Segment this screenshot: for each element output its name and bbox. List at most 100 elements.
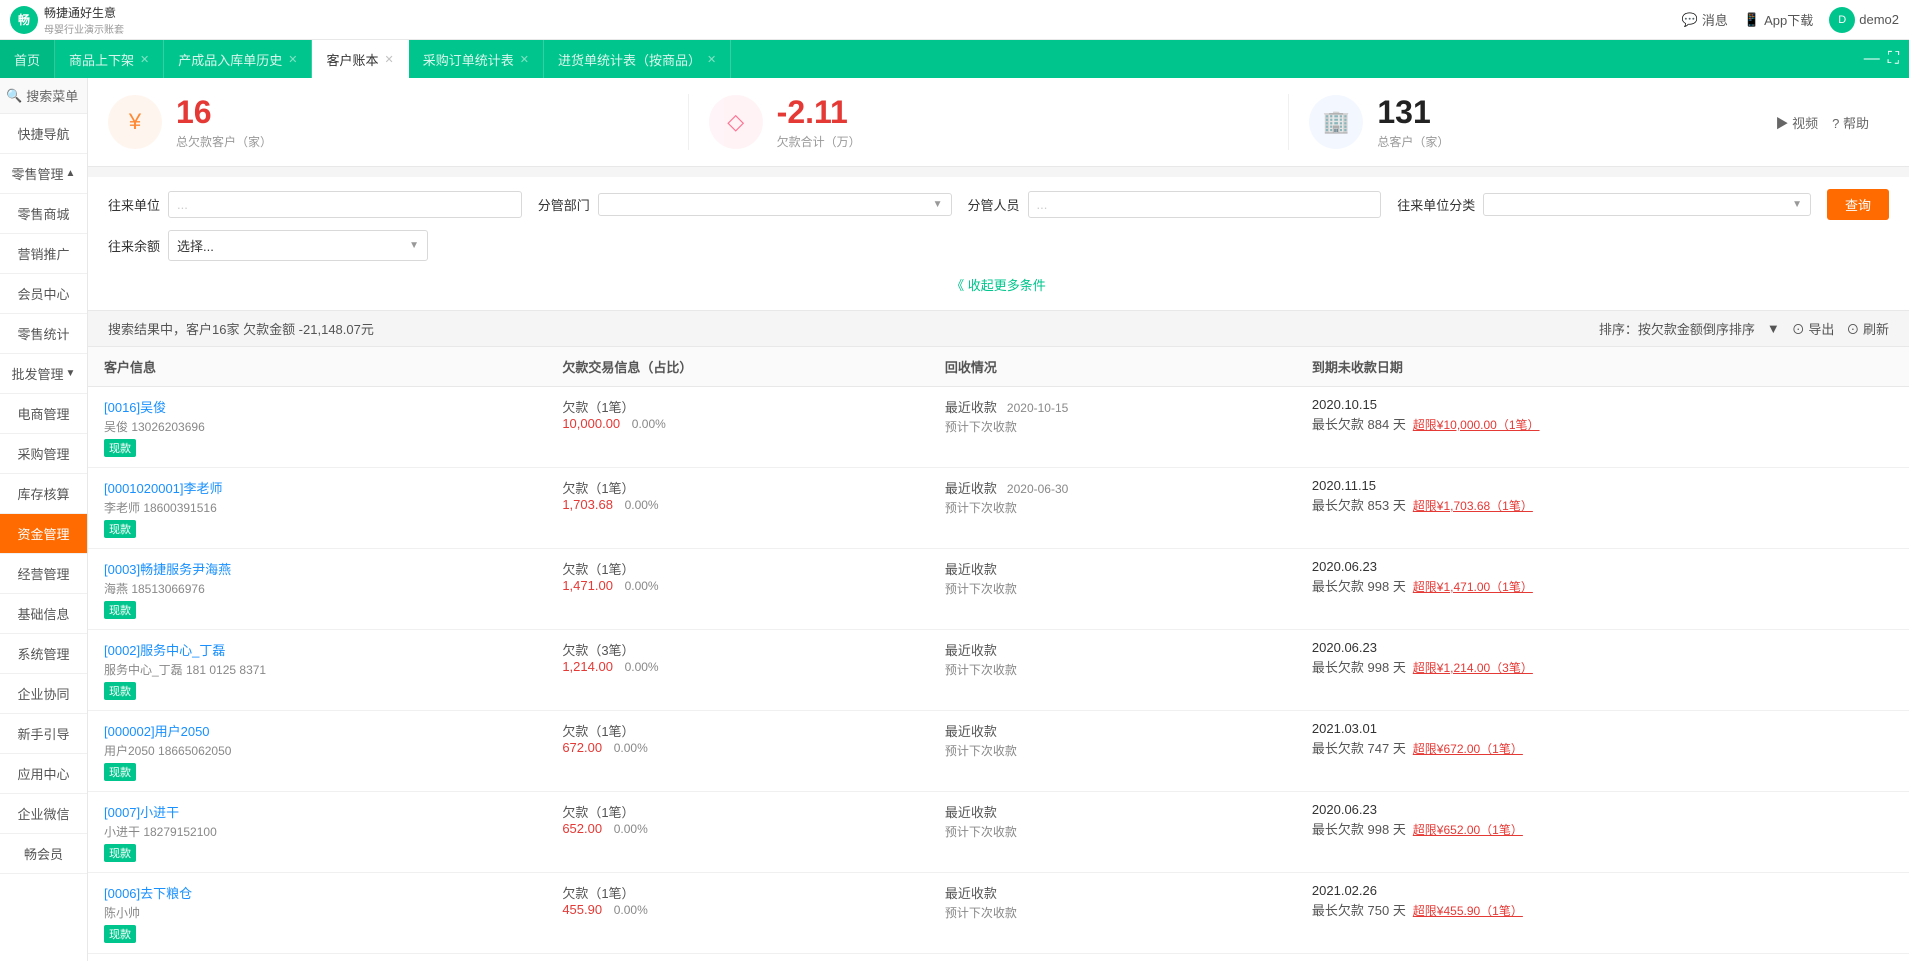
sidebar-item-member-center[interactable]: 会员中心 [0, 274, 87, 314]
tab-goods-listing[interactable]: 商品上下架 ✕ [55, 40, 164, 78]
filter-input-person[interactable]: ... [1028, 191, 1382, 218]
sidebar-item-finance[interactable]: 资金管理 [0, 514, 87, 554]
customer-info-cell: [0002]服务中心_丁磊 服务中心_丁磊 181 0125 8371 现款 [88, 630, 546, 711]
user-profile[interactable]: D demo2 [1829, 7, 1899, 33]
due-date: 2021.03.01 [1312, 721, 1893, 736]
tab-inbound-stats[interactable]: 进货单统计表（按商品） ✕ [544, 40, 731, 78]
filter-label-dept: 分管部门 [538, 195, 590, 214]
overdue-amount-link[interactable]: 超限¥652.00（1笔） [1413, 823, 1523, 837]
tab-home[interactable]: 首页 [0, 40, 55, 78]
logo-area: 畅 畅捷通好生意 母婴行业演示账套 [10, 4, 124, 36]
collect-status-cell: 最近收款 预计下次收款 [929, 792, 1296, 873]
close-icon[interactable]: ✕ [385, 53, 394, 66]
last-collect-label: 最近收款 [945, 400, 997, 415]
owe-count: 欠款（1笔） [562, 397, 913, 416]
filter-field-person: 分管人员 ... [968, 191, 1382, 218]
help-btn[interactable]: ? 帮助 [1832, 113, 1869, 132]
sidebar-item-retail-stats[interactable]: 零售统计 [0, 314, 87, 354]
sidebar-item-enterprise-wechat[interactable]: 企业微信 [0, 794, 87, 834]
overdue-amount-link[interactable]: 超限¥1,471.00（1笔） [1413, 580, 1533, 594]
video-btn[interactable]: ▶ 视频 [1775, 113, 1818, 132]
sidebar-item-quick-nav[interactable]: 快捷导航 [0, 114, 87, 154]
next-collect-label: 预计下次收款 [945, 499, 1280, 516]
sidebar-item-retail-mall[interactable]: 零售商城 [0, 194, 87, 234]
total-owed-value: -2.11 [777, 94, 861, 131]
col-collect-status: 回收情况 [929, 347, 1296, 387]
due-date: 2020.06.23 [1312, 640, 1893, 655]
close-icon[interactable]: ✕ [140, 53, 149, 66]
refresh-btn[interactable]: ⊙ 刷新 [1846, 319, 1889, 338]
filter-input-unit-type[interactable]: ▼ [1483, 193, 1811, 216]
tab-bar: 首页 商品上下架 ✕ 产成品入库单历史 ✕ 客户账本 ✕ 采购订单统计表 ✕ 进… [0, 40, 1909, 78]
customer-tag: 现款 [104, 682, 136, 700]
customer-name-link[interactable]: [0016]吴俊 [104, 400, 166, 415]
sort-label[interactable]: 排序：按欠款金额倒序排序 [1599, 319, 1755, 338]
sidebar-item-retail-mgmt[interactable]: 零售管理▲ [0, 154, 87, 194]
sidebar-item-operations[interactable]: 经营管理 [0, 554, 87, 594]
sidebar-item-enterprise-collab[interactable]: 企业协同 [0, 674, 87, 714]
sidebar-item-app-center[interactable]: 应用中心 [0, 754, 87, 794]
chevron-down-icon: ▼ [1767, 321, 1780, 336]
sidebar-item-beginner-guide[interactable]: 新手引导 [0, 714, 87, 754]
filter-input-dept[interactable]: ▼ [598, 193, 952, 216]
due-date-cell: 2020.10.15 最长欠款 884 天 超限¥10,000.00（1笔） [1296, 387, 1909, 468]
tab-expand-icon[interactable]: ⛶ [1888, 50, 1899, 68]
message-btn[interactable]: 💬 消息 [1682, 10, 1728, 29]
tab-purchase-stats[interactable]: 采购订单统计表 ✕ [409, 40, 544, 78]
owe-pct: 0.00% [614, 903, 648, 917]
customer-info-cell: [0001020001]李老师 李老师 18600391516 现款 [88, 468, 546, 549]
owe-pct: 0.00% [625, 579, 659, 593]
filter-input-balance[interactable]: 选择... ▼ [168, 230, 428, 261]
sidebar-item-wholesale-mgmt[interactable]: 批发管理▼ [0, 354, 87, 394]
customer-name-link[interactable]: [0006]去下粮仓 [104, 886, 192, 901]
sidebar-item-basic-info[interactable]: 基础信息 [0, 594, 87, 634]
sidebar-item-chang-member[interactable]: 畅会员 [0, 834, 87, 874]
customer-name-link[interactable]: [0003]畅捷服务尹海燕 [104, 562, 231, 577]
due-date: 2020.06.23 [1312, 559, 1893, 574]
overdue-days: 最长欠款 998 天 [1312, 822, 1410, 837]
overdue-amount-link[interactable]: 超限¥1,703.68（1笔） [1413, 499, 1533, 513]
close-icon[interactable]: ✕ [520, 53, 529, 66]
search-button[interactable]: 查询 [1827, 189, 1889, 220]
close-icon[interactable]: ✕ [288, 53, 297, 66]
customer-name-link[interactable]: [0002]服务中心_丁磊 [104, 643, 225, 658]
export-btn[interactable]: ⊙ 导出 [1792, 319, 1835, 338]
overdue-amount-link[interactable]: 超限¥1,214.00（3笔） [1413, 661, 1533, 675]
collapse-filters-btn[interactable]: 《 收起更多条件 [108, 271, 1889, 298]
owe-pct: 0.00% [625, 660, 659, 674]
tab-customer-account[interactable]: 客户账本 ✕ [312, 40, 408, 78]
total-customers-icon: 🏢 [1309, 95, 1363, 149]
sidebar-item-purchase-mgmt[interactable]: 采购管理 [0, 434, 87, 474]
next-collect-label: 预计下次收款 [945, 823, 1280, 840]
customer-name-link[interactable]: [000002]用户2050 [104, 724, 210, 739]
app-download-btn[interactable]: 📱 App下载 [1744, 10, 1813, 29]
owe-info-cell: 欠款（1笔） 429.00 0.00% [546, 954, 929, 961]
tab-production-history[interactable]: 产成品入库单历史 ✕ [164, 40, 312, 78]
stat-top-right: ▶ 视频 ? 帮助 [1775, 113, 1869, 132]
search-menu-btn[interactable]: 🔍 搜索菜单 [0, 78, 87, 114]
header-right: 💬 消息 📱 App下载 D demo2 [1682, 7, 1899, 33]
tab-minimize-icon[interactable]: — [1864, 50, 1880, 68]
filter-input-unit[interactable]: ... [168, 191, 522, 218]
owe-amount: 652.00 [562, 821, 602, 836]
overdue-days: 最长欠款 750 天 [1312, 903, 1410, 918]
overdue-amount-link[interactable]: 超限¥10,000.00（1笔） [1413, 418, 1540, 432]
owe-info-cell: 欠款（1笔） 1,703.68 0.00% [546, 468, 929, 549]
customer-phone: 海燕 18513066976 [104, 580, 530, 597]
next-collect-label: 预计下次收款 [945, 742, 1280, 759]
sidebar-item-ecommerce[interactable]: 电商管理 [0, 394, 87, 434]
customer-name-link[interactable]: [0001020001]李老师 [104, 481, 223, 496]
overdue-amount-link[interactable]: 超限¥455.90（1笔） [1413, 904, 1523, 918]
last-collect-info: 最近收款 [945, 559, 1280, 578]
sidebar-item-system[interactable]: 系统管理 [0, 634, 87, 674]
customer-name-link[interactable]: [0007]小进干 [104, 805, 179, 820]
overdue-amount-link[interactable]: 超限¥672.00（1笔） [1413, 742, 1523, 756]
due-date-cell: 2021.03.01 最长欠款 747 天 超限¥672.00（1笔） [1296, 711, 1909, 792]
chevron-up-icon: 《 [951, 278, 968, 293]
top-header: 畅 畅捷通好生意 母婴行业演示账套 💬 消息 📱 App下载 D demo2 [0, 0, 1909, 40]
message-icon: 💬 [1682, 12, 1698, 28]
last-collect-label: 最近收款 [945, 562, 997, 577]
sidebar-item-inventory[interactable]: 库存核算 [0, 474, 87, 514]
close-icon[interactable]: ✕ [707, 53, 716, 66]
sidebar-item-marketing[interactable]: 营销推广 [0, 234, 87, 274]
